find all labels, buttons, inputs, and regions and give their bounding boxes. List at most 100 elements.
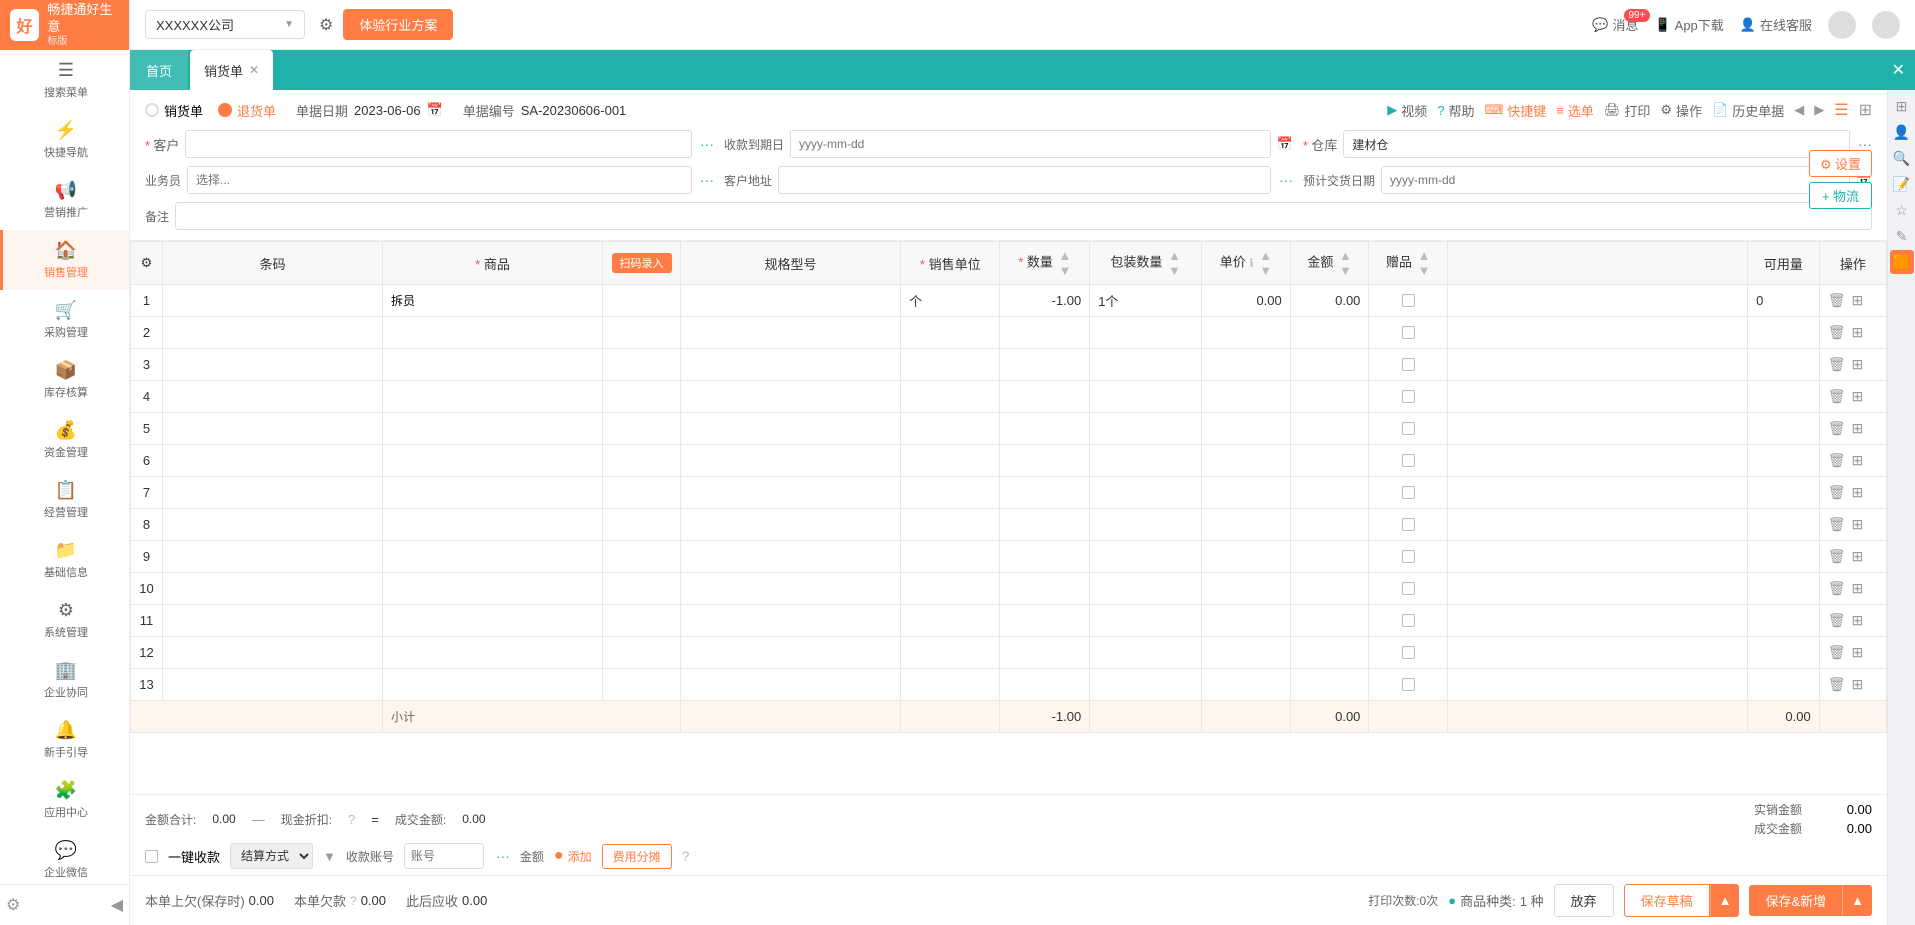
gift-checkbox[interactable]	[1402, 454, 1415, 467]
row-barcode[interactable]	[163, 605, 383, 637]
rp-note-icon[interactable]: 📝	[1890, 172, 1914, 196]
settings-icon-button[interactable]: ⚙	[319, 15, 333, 35]
copy-icon[interactable]: ⊞	[1852, 516, 1864, 533]
one-click-checkbox[interactable]	[145, 850, 158, 863]
row-gift[interactable]	[1369, 669, 1448, 701]
app-download-button[interactable]: 📱 App下载	[1654, 15, 1723, 34]
delete-icon[interactable]: 🗑	[1828, 324, 1846, 341]
row-spec[interactable]	[681, 381, 901, 413]
copy-icon[interactable]: ⊞	[1852, 644, 1864, 661]
tab-close-icon[interactable]: ✕	[249, 63, 259, 77]
row-product[interactable]	[383, 477, 603, 509]
row-spec[interactable]	[681, 413, 901, 445]
gift-checkbox[interactable]	[1402, 326, 1415, 339]
gift-checkbox[interactable]	[1402, 550, 1415, 563]
delete-icon[interactable]: 🗑	[1828, 452, 1846, 469]
row-product[interactable]	[383, 285, 603, 317]
trial-button[interactable]: 体验行业方案	[343, 9, 453, 40]
row-spec[interactable]	[681, 669, 901, 701]
avatar[interactable]	[1828, 11, 1856, 39]
gift-checkbox[interactable]	[1402, 486, 1415, 499]
rp-star-icon[interactable]: ☆	[1890, 198, 1914, 222]
copy-icon[interactable]: ⊞	[1852, 484, 1864, 501]
sidebar-item-app-center[interactable]: 🧩 应用中心	[0, 770, 129, 830]
delete-icon[interactable]: 🗑	[1828, 516, 1846, 533]
save-new-button[interactable]: 保存&新增	[1749, 885, 1842, 916]
gift-checkbox[interactable]	[1402, 422, 1415, 435]
sidebar-item-base-info[interactable]: 📁 基础信息	[0, 530, 129, 590]
online-service-button[interactable]: 👤 在线客服	[1740, 15, 1812, 34]
note-input[interactable]	[175, 202, 1872, 230]
row-product[interactable]	[383, 669, 603, 701]
view-list-icon[interactable]: ☰	[1834, 100, 1848, 120]
sidebar-item-capital-mgmt[interactable]: 💰 资金管理	[0, 410, 129, 470]
row-spec[interactable]	[681, 637, 901, 669]
row-gift[interactable]	[1369, 477, 1448, 509]
row-product[interactable]	[383, 573, 603, 605]
copy-icon[interactable]: ⊞	[1852, 548, 1864, 565]
view-grid-icon[interactable]: ⊞	[1859, 100, 1872, 120]
delete-icon[interactable]: 🗑	[1828, 484, 1846, 501]
row-product[interactable]	[383, 509, 603, 541]
delete-icon[interactable]: 🗑	[1828, 644, 1846, 661]
salesperson-more-icon[interactable]: ···	[700, 172, 714, 188]
gift-checkbox[interactable]	[1402, 614, 1415, 627]
delete-icon[interactable]: 🗑	[1828, 388, 1846, 405]
row-barcode[interactable]	[163, 637, 383, 669]
row-spec[interactable]	[681, 317, 901, 349]
row-gift[interactable]	[1369, 573, 1448, 605]
gift-checkbox[interactable]	[1402, 678, 1415, 691]
copy-icon[interactable]: ⊞	[1852, 580, 1864, 597]
row-barcode[interactable]	[163, 285, 383, 317]
row-product[interactable]	[383, 541, 603, 573]
sidebar-item-sys-mgmt[interactable]: ⚙ 系统管理	[0, 590, 129, 650]
scan-button[interactable]: 扫码录入	[612, 253, 672, 273]
customer-addr-input[interactable]	[778, 166, 1271, 194]
copy-icon[interactable]: ⊞	[1852, 420, 1864, 437]
action-history[interactable]: 📄 历史单据	[1712, 101, 1784, 120]
row-spec[interactable]	[681, 605, 901, 637]
copy-icon[interactable]: ⊞	[1852, 612, 1864, 629]
sidebar-item-sales-mgmt[interactable]: 🏠 销售管理	[0, 230, 129, 290]
avatar2[interactable]	[1872, 11, 1900, 39]
row-gift[interactable]	[1369, 605, 1448, 637]
rp-edit-icon[interactable]: ✎	[1890, 224, 1914, 248]
due-date-calendar-icon[interactable]: 📅	[1277, 136, 1293, 152]
copy-icon[interactable]: ⊞	[1852, 452, 1864, 469]
delete-icon[interactable]: 🗑	[1828, 548, 1846, 565]
expense-help-icon[interactable]: ?	[682, 848, 690, 864]
expected-date-input[interactable]	[1381, 166, 1850, 194]
gift-checkbox[interactable]	[1402, 582, 1415, 595]
addr-more-icon[interactable]: ···	[1279, 172, 1293, 188]
row-spec[interactable]	[681, 445, 901, 477]
delete-icon[interactable]: 🗑	[1828, 356, 1846, 373]
row-gift[interactable]	[1369, 413, 1448, 445]
delete-icon[interactable]: 🗑	[1828, 612, 1846, 629]
sidebar-item-purchase-mgmt[interactable]: 🛒 采购管理	[0, 290, 129, 350]
gift-checkbox[interactable]	[1402, 646, 1415, 659]
tab-home[interactable]: 首页	[130, 50, 188, 90]
row-product[interactable]	[383, 349, 603, 381]
nav-prev-icon[interactable]: ◀	[1794, 102, 1804, 118]
row-gift[interactable]	[1369, 541, 1448, 573]
gift-checkbox[interactable]	[1402, 358, 1415, 371]
debt-help-icon[interactable]: ?	[350, 894, 357, 908]
radio-return-order[interactable]: 退货单	[218, 101, 276, 120]
customer-input[interactable]	[185, 130, 692, 158]
message-button[interactable]: 💬 消息 99+	[1592, 15, 1638, 34]
row-gift[interactable]	[1369, 317, 1448, 349]
nav-next-icon[interactable]: ▶	[1814, 102, 1824, 118]
company-selector[interactable]: XXXXXX公司 ▼	[145, 10, 305, 39]
logistics-button[interactable]: + 物流	[1809, 182, 1872, 209]
rp-orange-icon[interactable]: 🟧	[1890, 250, 1914, 274]
row-barcode[interactable]	[163, 381, 383, 413]
row-barcode[interactable]	[163, 445, 383, 477]
row-barcode[interactable]	[163, 477, 383, 509]
date-calendar-icon[interactable]: 📅	[427, 102, 443, 118]
settings-footer-icon[interactable]: ⚙	[6, 895, 20, 915]
row-product[interactable]	[383, 605, 603, 637]
sidebar-item-inventory[interactable]: 📦 库存核算	[0, 350, 129, 410]
copy-icon[interactable]: ⊞	[1852, 356, 1864, 373]
rp-grid-icon[interactable]: ⊞	[1890, 94, 1914, 118]
gift-checkbox[interactable]	[1402, 390, 1415, 403]
